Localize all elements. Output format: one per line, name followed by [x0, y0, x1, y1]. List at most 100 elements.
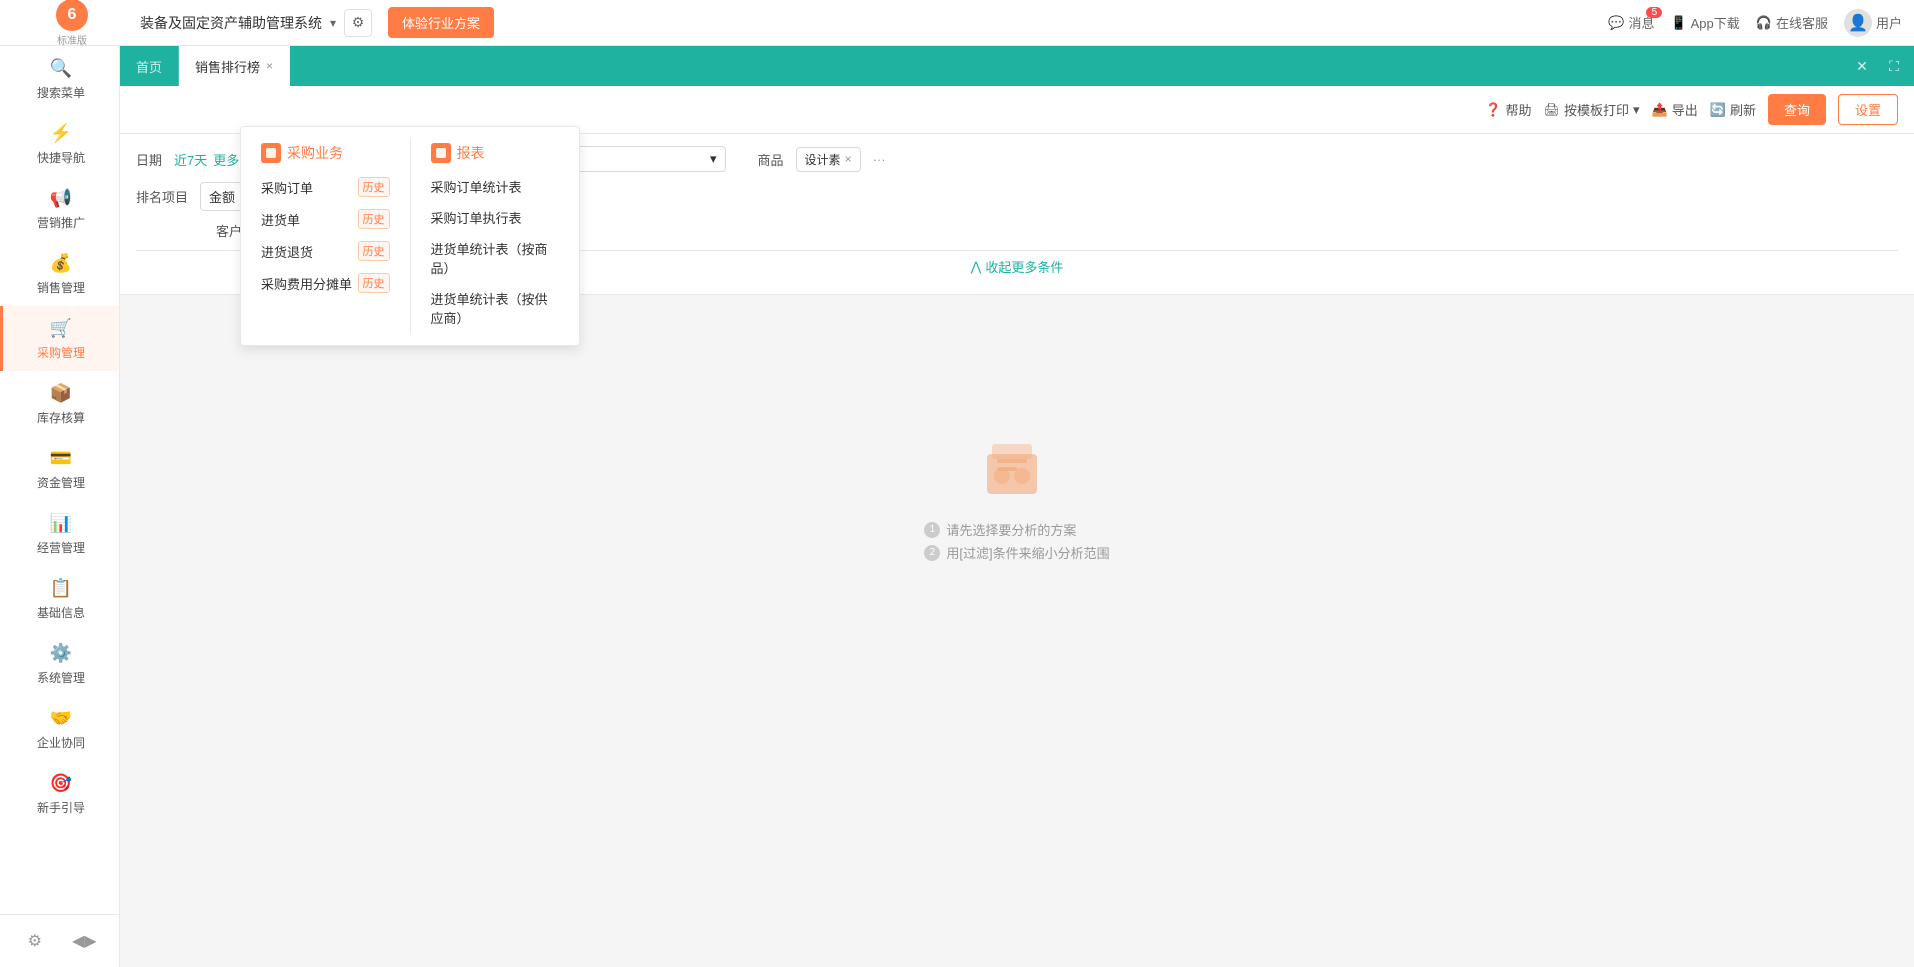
handshake-icon: 🤝: [49, 706, 73, 730]
sidebar-item-sales[interactable]: 💰 销售管理: [0, 241, 119, 306]
sidebar-item-operations[interactable]: 📊 经营管理: [0, 501, 119, 566]
content-area: 首页 销售排行榜 × ✕ ⛶ ❓ 帮助: [120, 46, 1914, 967]
sidebar-settings-btn[interactable]: ⚙: [19, 925, 51, 957]
dropdown-item-incoming-stat-supplier[interactable]: 进货单统计表（按供应商）: [423, 283, 568, 333]
sidebar-item-quicknav[interactable]: ⚡ 快捷导航: [0, 111, 119, 176]
tab-bar-right: ✕ ⛶: [1850, 46, 1914, 86]
empty-tip-1: 1 请先选择要分析的方案: [924, 520, 1109, 539]
sidebar-item-guide[interactable]: 🎯 新手引导: [0, 761, 119, 826]
money-icon: 💰: [49, 251, 73, 275]
report-header-icon: [431, 143, 451, 163]
user-menu[interactable]: 👤 用户: [1844, 9, 1902, 37]
cart-icon: 🛒: [49, 316, 73, 340]
sidebar-item-finance[interactable]: 💳 资金管理: [0, 436, 119, 501]
export-icon: 📤: [1652, 102, 1668, 118]
tip-num-2: 2: [924, 545, 940, 561]
empty-icon: [967, 424, 1067, 504]
user-avatar: 👤: [1844, 9, 1872, 37]
history-badge-1: 历史: [358, 209, 390, 229]
box-icon: 📦: [49, 381, 73, 405]
dropdown-item-incoming-stat-goods[interactable]: 进货单统计表（按商品）: [423, 233, 568, 283]
date-7days[interactable]: 近7天: [174, 150, 207, 169]
dropdown-item-expense[interactable]: 采购费用分摊单 历史: [253, 267, 398, 299]
purchase-col: 采购业务 采购订单 历史 进货单 历史 进货退货 历史: [241, 139, 410, 333]
query-button[interactable]: 查询: [1768, 94, 1826, 125]
refresh-icon: 🔄: [1710, 102, 1726, 118]
rank-label: 排名项目: [136, 187, 188, 206]
header-right: 💬 消息 5 📱 App下载 🎧 在线客服 👤 用户: [1608, 9, 1902, 37]
sidebar-item-basic-info[interactable]: 📋 基础信息: [0, 566, 119, 631]
date-more[interactable]: 更多: [213, 150, 239, 169]
megaphone-icon: 📢: [49, 186, 73, 210]
print-icon: 🖨: [1544, 102, 1561, 118]
dropdown-item-purchase-order[interactable]: 采购订单 历史: [253, 171, 398, 203]
sidebar-bottom: ⚙ ◀▶: [0, 914, 119, 967]
empty-tip-2: 2 用[过滤]条件来缩小分析范围: [924, 543, 1109, 562]
logo-area: 6 标准版: [12, 0, 132, 47]
settings-icon: ⚙️: [49, 641, 73, 665]
sidebar-item-purchase[interactable]: 🛒 采购管理: [0, 306, 119, 371]
empty-tips: 1 请先选择要分析的方案 2 用[过滤]条件来缩小分析范围: [924, 516, 1109, 566]
purchase-dropdown-menu: 采购业务 采购订单 历史 进货单 历史 进货退货 历史: [240, 126, 580, 346]
sidebar-item-search[interactable]: 🔍 搜索菜单: [0, 46, 119, 111]
message-icon: 💬: [1608, 15, 1624, 31]
system-dropdown-arrow[interactable]: ▾: [330, 16, 336, 30]
dropdown-item-return[interactable]: 进货退货 历史: [253, 235, 398, 267]
lightning-icon: ⚡: [49, 121, 73, 145]
history-badge-0: 历史: [358, 177, 390, 197]
trial-button[interactable]: 体验行业方案: [388, 7, 494, 38]
tab-expand-btn[interactable]: ⛶: [1882, 54, 1906, 78]
clipboard-icon: 📋: [49, 576, 73, 600]
system-title-area: 装备及固定资产辅助管理系统 ▾ ⚙ 体验行业方案: [140, 7, 494, 38]
sidebar-item-inventory[interactable]: 📦 库存核算: [0, 371, 119, 436]
top-header: 6 标准版 装备及固定资产辅助管理系统 ▾ ⚙ 体验行业方案 💬 消息 5 📱 …: [0, 0, 1914, 46]
main-layout: 🔍 搜索菜单 ⚡ 快捷导航 📢 营销推广 💰 销售管理 🛒 采购管理 📦 库存核…: [0, 46, 1914, 967]
report-col-header: 报表: [423, 139, 568, 171]
help-btn[interactable]: ❓ 帮助: [1485, 100, 1531, 119]
logo-subtitle: 标准版: [57, 32, 87, 47]
customer-label: 客户: [216, 221, 242, 240]
collapse-arrow-icon: ⋀: [971, 259, 982, 275]
sidebar-item-marketing[interactable]: 📢 营销推广: [0, 176, 119, 241]
tab-home[interactable]: 首页: [120, 46, 179, 86]
settings-button[interactable]: 设置: [1838, 94, 1898, 125]
export-btn[interactable]: 📤 导出: [1652, 100, 1698, 119]
refresh-btn[interactable]: 🔄 刷新: [1710, 100, 1756, 119]
phone-icon: 📱: [1670, 15, 1686, 31]
headset-icon: 🎧: [1756, 15, 1772, 31]
goods-label: 商品: [758, 150, 784, 169]
empty-state: 1 请先选择要分析的方案 2 用[过滤]条件来缩小分析范围: [120, 295, 1914, 695]
tab-close-btn[interactable]: ×: [266, 59, 273, 73]
logo-icon: 6: [56, 0, 88, 31]
tip-num-1: 1: [924, 522, 940, 538]
search-icon: 🔍: [49, 56, 73, 80]
goods-filter-dots[interactable]: ···: [873, 152, 886, 167]
app-download-btn[interactable]: 📱 App下载: [1670, 13, 1739, 32]
dropdown-item-incoming[interactable]: 进货单 历史: [253, 203, 398, 235]
tab-bar: 首页 销售排行榜 × ✕ ⛶: [120, 46, 1914, 86]
page-content: ❓ 帮助 🖨 按模板打印 ▾ 📤 导出 🔄 刷新: [120, 86, 1914, 967]
sidebar-item-enterprise[interactable]: 🤝 企业协同: [0, 696, 119, 761]
online-service-btn[interactable]: 🎧 在线客服: [1756, 13, 1828, 32]
chart-icon: 📊: [49, 511, 73, 535]
target-icon: 🎯: [49, 771, 73, 795]
help-icon: ❓: [1485, 102, 1501, 118]
goods-tag-close[interactable]: ×: [845, 152, 852, 166]
sidebar-collapse-btn[interactable]: ◀▶: [68, 925, 100, 957]
tab-sales-ranking[interactable]: 销售排行榜 ×: [179, 46, 290, 86]
message-btn[interactable]: 💬 消息 5: [1608, 13, 1654, 32]
tab-close-window-btn[interactable]: ✕: [1850, 54, 1874, 78]
gear-button[interactable]: ⚙: [344, 9, 372, 37]
card-icon: 💳: [49, 446, 73, 470]
dropdown-item-purchase-order-exec[interactable]: 采购订单执行表: [423, 202, 568, 233]
dropdown-item-purchase-order-stat[interactable]: 采购订单统计表: [423, 171, 568, 202]
print-arrow-icon: ▾: [1633, 102, 1640, 118]
purchase-header-icon: [261, 143, 281, 163]
report-col: 报表 采购订单统计表 采购订单执行表 进货单统计表（按商品） 进货单统计表（按供…: [411, 139, 580, 333]
toolbar-right: ❓ 帮助 🖨 按模板打印 ▾ 📤 导出 🔄 刷新: [1485, 94, 1898, 125]
system-title: 装备及固定资产辅助管理系统: [140, 13, 322, 33]
sidebar-item-system[interactable]: ⚙️ 系统管理: [0, 631, 119, 696]
print-btn[interactable]: 🖨 按模板打印 ▾: [1544, 100, 1640, 119]
history-badge-3: 历史: [358, 273, 390, 293]
history-badge-2: 历史: [358, 241, 390, 261]
